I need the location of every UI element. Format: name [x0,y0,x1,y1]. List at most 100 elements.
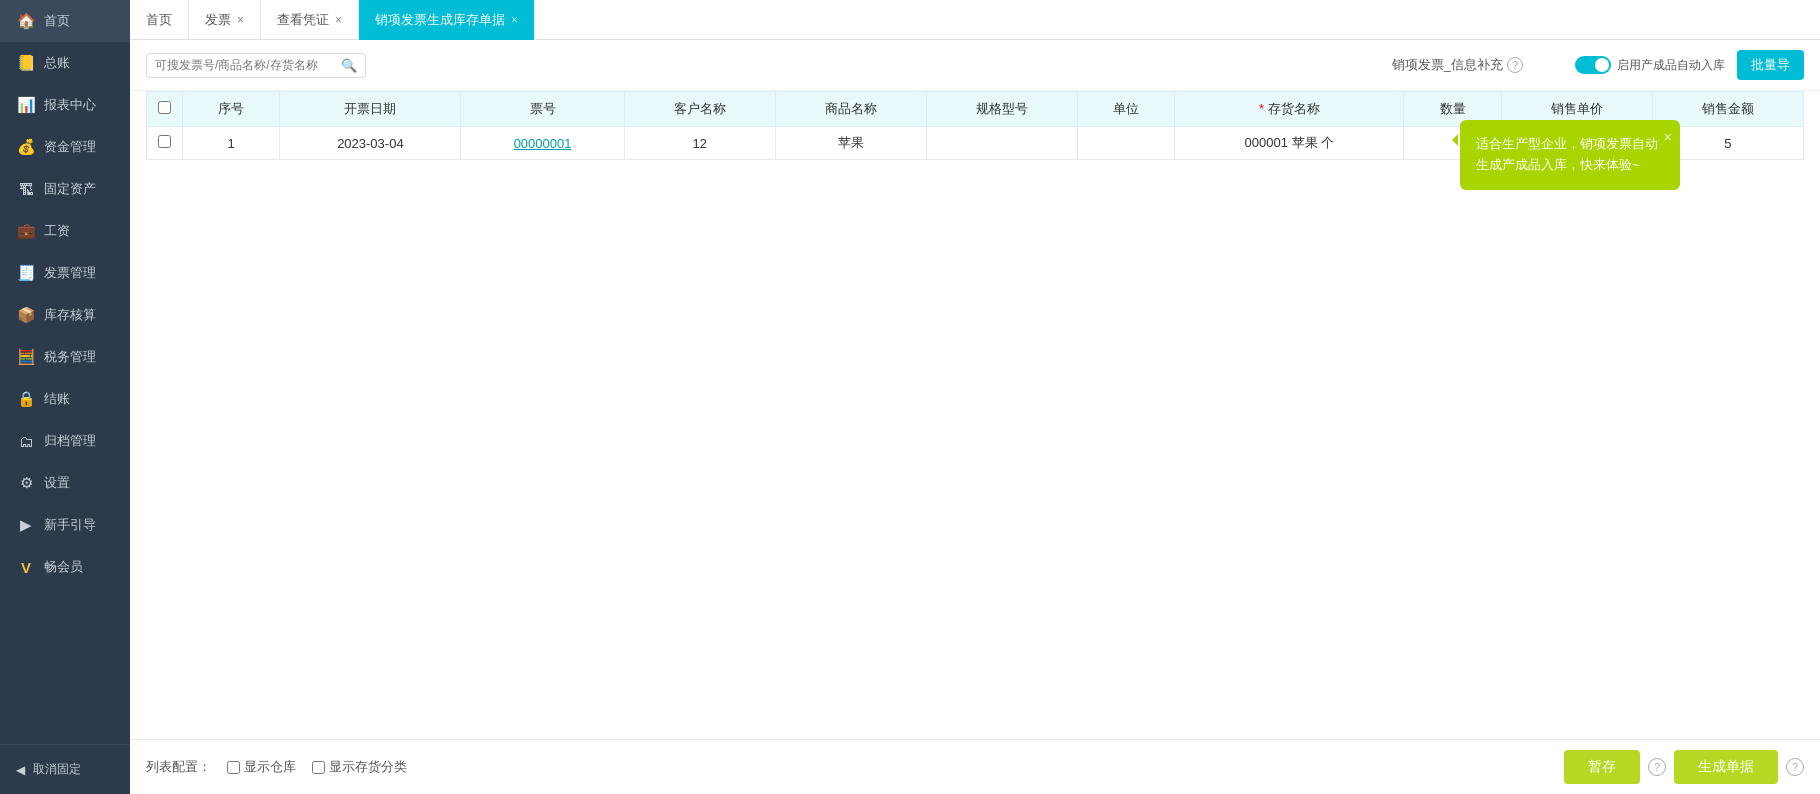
sidebar-item-report[interactable]: 📊 报表中心 [0,84,130,126]
search-input[interactable] [155,58,335,72]
show-warehouse-label: 显示仓库 [244,758,296,776]
sidebar-item-home[interactable]: 🏠 首页 [0,0,130,42]
info-label: 销项发票_信息补充 ? [1392,56,1523,74]
tooltip-close-button[interactable]: × [1664,126,1672,148]
settings-icon: ⚙ [16,474,36,492]
save-help-icon[interactable]: ? [1648,758,1666,776]
guide-icon: ▶ [16,516,36,534]
tab-view-voucher-close[interactable]: × [335,13,342,27]
fixed-asset-icon: 🏗 [16,181,36,198]
row-date: 2023-03-04 [280,127,461,160]
sidebar-item-label: 结账 [44,390,70,408]
sidebar-item-tax[interactable]: 🧮 税务管理 [0,336,130,378]
sidebar-item-fixed-asset[interactable]: 🏗 固定资产 [0,168,130,210]
generate-help-icon[interactable]: ? [1786,758,1804,776]
tab-home[interactable]: 首页 [130,0,189,40]
sidebar-item-label: 发票管理 [44,264,96,282]
show-category-input[interactable] [312,761,325,774]
col-checkbox [147,92,183,127]
home-icon: 🏠 [16,12,36,30]
sidebar-item-label: 归档管理 [44,432,96,450]
unfix-icon: ◀ [16,763,25,777]
row-inventory[interactable]: 000001 苹果 个 [1175,127,1404,160]
col-date: 开票日期 [280,92,461,127]
tab-sales-invoice-close[interactable]: × [511,13,518,27]
row-product: 苹果 [775,127,926,160]
col-unit: 单位 [1078,92,1175,127]
sidebar-item-archive[interactable]: 🗂 归档管理 [0,420,130,462]
sidebar-item-settings[interactable]: ⚙ 设置 [0,462,130,504]
sidebar-item-invoice-mgmt[interactable]: 🧾 发票管理 [0,252,130,294]
tax-icon: 🧮 [16,348,36,366]
sidebar-item-label: 畅会员 [44,558,83,576]
info-help-icon[interactable]: ? [1507,57,1523,73]
unfix-label: 取消固定 [33,761,81,778]
tab-home-label: 首页 [146,11,172,29]
generate-button[interactable]: 生成单据 [1674,750,1778,784]
sidebar-item-ledger[interactable]: 📒 总账 [0,42,130,84]
sidebar-item-fund[interactable]: 💰 资金管理 [0,126,130,168]
col-inventory: * 存货名称 [1175,92,1404,127]
sidebar-item-labor[interactable]: 💼 工资 [0,210,130,252]
bottom-bar: 列表配置： 显示仓库 显示存货分类 暂存 ? 生成单据 ? [130,739,1820,794]
sidebar-item-label: 新手引导 [44,516,96,534]
row-ticket-no[interactable]: 00000001 [461,127,624,160]
show-warehouse-checkbox[interactable]: 显示仓库 [227,758,296,776]
col-ticket-no: 票号 [461,92,624,127]
tab-invoice-close[interactable]: × [237,13,244,27]
save-button[interactable]: 暂存 [1564,750,1640,784]
row-checkbox[interactable] [158,135,171,148]
report-icon: 📊 [16,96,36,114]
sidebar-item-guide[interactable]: ▶ 新手引导 [0,504,130,546]
search-icon: 🔍 [341,58,357,73]
tab-bar: 首页 发票 × 查看凭证 × 销项发票生成库存单据 × [130,0,1820,40]
sidebar-item-closing[interactable]: 🔒 结账 [0,378,130,420]
member-icon: V [16,559,36,576]
sidebar-item-label: 资金管理 [44,138,96,156]
toolbar: 🔍 销项发票_信息补充 ? 启用产成品自动入库 批量导 [130,40,1820,91]
sidebar-item-label: 税务管理 [44,348,96,366]
sidebar-item-label: 工资 [44,222,70,240]
tooltip-popup: × 适合生产型企业，销项发票自动生成产成品入库，快来体验~ [1460,120,1680,190]
archive-icon: 🗂 [16,433,36,450]
sidebar-item-label: 总账 [44,54,70,72]
show-warehouse-input[interactable] [227,761,240,774]
tab-view-voucher-label: 查看凭证 [277,11,329,29]
row-customer: 12 [624,127,775,160]
row-seq: 1 [183,127,280,160]
auto-warehouse-toggle[interactable] [1575,56,1611,74]
batch-button[interactable]: 批量导 [1737,50,1804,80]
row-unit [1078,127,1175,160]
ledger-icon: 📒 [16,54,36,72]
sidebar-item-label: 首页 [44,12,70,30]
sidebar-item-member[interactable]: V 畅会员 [0,546,130,588]
fund-icon: 💰 [16,138,36,156]
toggle-wrapper: 启用产成品自动入库 [1575,56,1725,74]
show-category-label: 显示存货分类 [329,758,407,776]
config-label: 列表配置： [146,758,211,776]
sidebar: 🏠 首页 📒 总账 📊 报表中心 💰 资金管理 🏗 固定资产 💼 工资 🧾 发票… [0,0,130,794]
tab-invoice-label: 发票 [205,11,231,29]
sidebar-item-label: 固定资产 [44,180,96,198]
sidebar-bottom: ◀ 取消固定 [0,744,130,794]
inventory-icon: 📦 [16,306,36,324]
sidebar-item-label: 库存核算 [44,306,96,324]
sidebar-item-inventory[interactable]: 📦 库存核算 [0,294,130,336]
tab-invoice[interactable]: 发票 × [189,0,261,40]
tooltip-text: 适合生产型企业，销项发票自动生成产成品入库，快来体验~ [1476,136,1658,172]
search-box[interactable]: 🔍 [146,53,366,78]
col-customer: 客户名称 [624,92,775,127]
unfix-button[interactable]: ◀ 取消固定 [0,753,130,786]
tab-sales-invoice[interactable]: 销项发票生成库存单据 × [359,0,535,40]
sidebar-item-label: 报表中心 [44,96,96,114]
labor-icon: 💼 [16,222,36,240]
show-category-checkbox[interactable]: 显示存货分类 [312,758,407,776]
closing-icon: 🔒 [16,390,36,408]
select-all-checkbox[interactable] [158,101,171,114]
invoice-mgmt-icon: 🧾 [16,264,36,282]
tab-view-voucher[interactable]: 查看凭证 × [261,0,359,40]
info-label-text: 销项发票_信息补充 [1392,56,1503,74]
col-seq: 序号 [183,92,280,127]
toggle-label: 启用产成品自动入库 [1617,57,1725,74]
sidebar-item-label: 设置 [44,474,70,492]
